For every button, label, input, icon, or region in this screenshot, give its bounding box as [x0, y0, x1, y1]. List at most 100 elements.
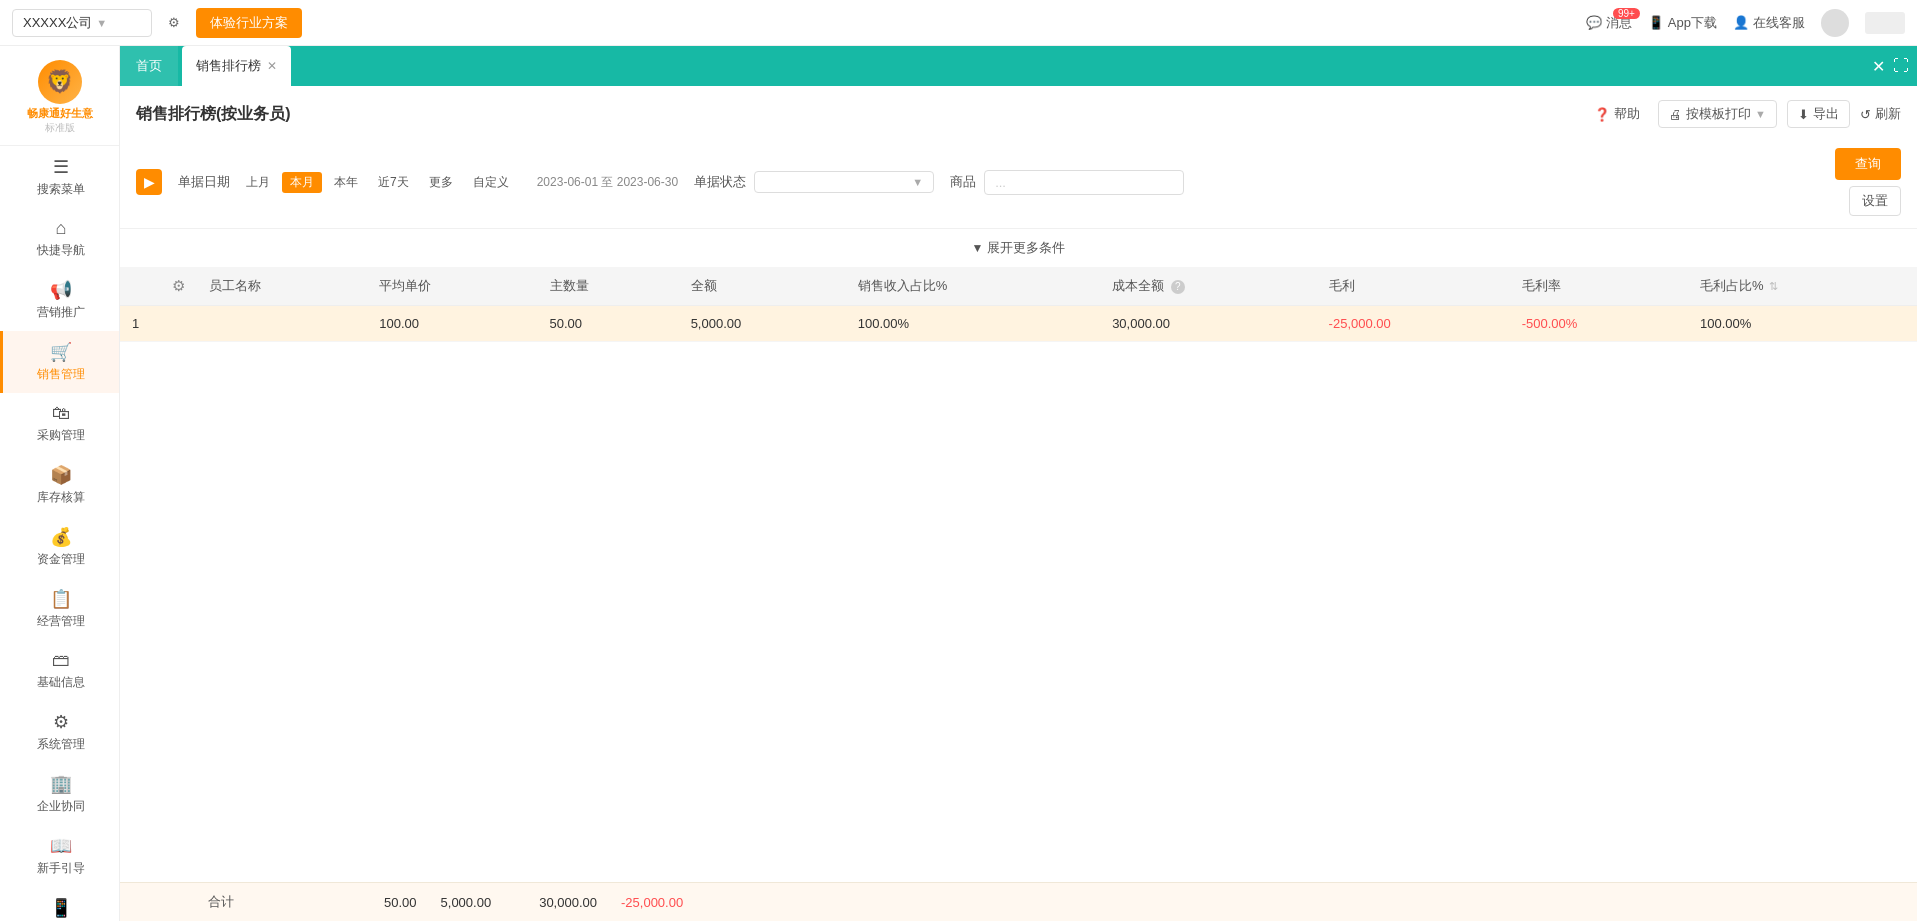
sidebar-item-marketing[interactable]: 📢 营销推广 [0, 269, 119, 331]
app-icon: 📱 [1648, 15, 1664, 30]
date-tab-more[interactable]: 更多 [421, 172, 461, 193]
data-table: ⚙ 员工名称 平均单价 主数量 全额 销售收入占比% 成本全额 [120, 267, 1917, 342]
user-avatar[interactable] [1821, 9, 1849, 37]
logo-img: 🦁 [38, 60, 82, 104]
cell-gross: -25,000.00 [1317, 306, 1510, 342]
app-download-btn[interactable]: 📱 App下载 [1648, 14, 1717, 32]
page-header: 销售排行榜(按业务员) ❓ 帮助 🖨 按模板打印 ▼ [120, 86, 1917, 138]
sidebar-item-purchase[interactable]: 🛍 采购管理 [0, 393, 119, 454]
footer-cost: 30,000.00 [527, 895, 609, 910]
col-settings-icon[interactable]: ⚙ [172, 277, 185, 294]
filter-expand-arrow[interactable]: ▶ [136, 169, 162, 195]
date-filter-label: 单据日期 [178, 173, 230, 191]
date-tab-7days[interactable]: 近7天 [370, 172, 417, 193]
message-btn[interactable]: 💬 消息 99+ [1586, 14, 1632, 32]
date-tab-this-year[interactable]: 本年 [326, 172, 366, 193]
app-center-icon: 📱 [50, 897, 72, 919]
th-cost: 成本全额 ? [1100, 267, 1316, 306]
table-container: ⚙ 员工名称 平均单价 主数量 全额 销售收入占比% 成本全额 [120, 267, 1917, 575]
sidebar-item-operations[interactable]: 📋 经营管理 [0, 578, 119, 640]
top-bar: XXXXX公司 ▼ ⚙ 体验行业方案 💬 消息 99+ 📱 App下载 👤 在线… [0, 0, 1917, 46]
basic-info-icon: 🗃 [52, 650, 70, 671]
sidebar-item-system[interactable]: ⚙ 系统管理 [0, 701, 119, 763]
date-tab-this-month[interactable]: 本月 [282, 172, 322, 193]
tab-bar: 首页 销售排行榜 ✕ ✕ ⛶ [120, 46, 1917, 86]
sidebar-logo-text: 畅康通好生意 [27, 106, 93, 121]
refresh-btn[interactable]: ↺ 刷新 [1860, 105, 1901, 123]
sidebar-item-enterprise[interactable]: 🏢 企业协同 [0, 763, 119, 825]
query-btn[interactable]: 查询 [1835, 148, 1901, 180]
try-industry-btn[interactable]: 体验行业方案 [196, 8, 302, 38]
sidebar-item-guide[interactable]: 📖 新手引导 [0, 825, 119, 887]
top-bar-right: 💬 消息 99+ 📱 App下载 👤 在线客服 [1586, 9, 1905, 37]
sidebar-item-label: 企业协同 [37, 798, 85, 815]
expand-conditions-btn[interactable]: ▼ 展开更多条件 [120, 233, 1917, 263]
sidebar-item-app-center[interactable]: 📱 应用中心 [0, 887, 119, 921]
refresh-icon: ↺ [1860, 107, 1871, 122]
company-name: XXXXX公司 [23, 14, 92, 32]
tab-fullscreen-icon[interactable]: ⛶ [1893, 57, 1909, 75]
page-actions: ❓ 帮助 🖨 按模板打印 ▼ ⬇ 导出 [1586, 100, 1901, 128]
sidebar-nav: ☰ 搜索菜单 ⌂ 快捷导航 📢 营销推广 🛒 销售管理 🛍 采购管理 [0, 146, 119, 921]
message-badge: 99+ [1613, 8, 1640, 19]
goods-input-placeholder: ... [995, 175, 1173, 190]
footer-label: 合计 [208, 893, 348, 911]
online-service-btn[interactable]: 👤 在线客服 [1733, 14, 1805, 32]
table-spacer [120, 575, 1917, 883]
sidebar-logo: 🦁 畅康通好生意 标准版 [0, 46, 119, 146]
tab-label: 销售排行榜 [196, 57, 261, 75]
print-btn[interactable]: 🖨 按模板打印 ▼ [1658, 100, 1777, 128]
inventory-icon: 📦 [50, 464, 72, 486]
status-select[interactable]: ▼ [754, 171, 934, 193]
service-label: 在线客服 [1753, 14, 1805, 32]
export-icon: ⬇ [1798, 107, 1809, 122]
tab-home[interactable]: 首页 [120, 46, 178, 86]
cell-qty: 50.00 [538, 306, 679, 342]
status-select-arrow: ▼ [912, 176, 923, 188]
goods-input[interactable]: ... [984, 170, 1184, 195]
tab-close-all-icon[interactable]: ✕ [1872, 57, 1885, 76]
tab-close-icon[interactable]: ✕ [267, 59, 277, 73]
sidebar: 🦁 畅康通好生意 标准版 ☰ 搜索菜单 ⌂ 快捷导航 📢 营销推广 [0, 46, 120, 921]
sidebar-item-inventory[interactable]: 📦 库存核算 [0, 454, 119, 516]
expand-row: ▼ 展开更多条件 [120, 228, 1917, 267]
tab-sales-rank[interactable]: 销售排行榜 ✕ [182, 46, 291, 86]
guide-icon: 📖 [50, 835, 72, 857]
gross-pct-sort-icon[interactable]: ⇅ [1769, 280, 1778, 292]
purchase-icon: 🛍 [52, 403, 70, 424]
date-filter-item: 单据日期 上月 本月 本年 近7天 更多 自定义 [178, 172, 517, 193]
settings-btn[interactable]: 设置 [1849, 186, 1901, 216]
sidebar-item-sales[interactable]: 🛒 销售管理 [0, 331, 119, 393]
export-btn[interactable]: ⬇ 导出 [1787, 100, 1850, 128]
company-selector[interactable]: XXXXX公司 ▼ [12, 9, 152, 37]
sidebar-item-label: 营销推广 [37, 304, 85, 321]
cost-help-icon[interactable]: ? [1171, 280, 1185, 294]
operations-icon: 📋 [50, 588, 72, 610]
home-icon: ⌂ [56, 218, 67, 239]
date-tab-last-month[interactable]: 上月 [238, 172, 278, 193]
sidebar-item-label: 库存核算 [37, 489, 85, 506]
help-btn[interactable]: ❓ 帮助 [1586, 101, 1648, 127]
gear-icon: ⚙ [168, 15, 180, 30]
sidebar-item-quick-nav[interactable]: ⌂ 快捷导航 [0, 208, 119, 269]
message-icon: 💬 [1586, 15, 1602, 30]
topbar-settings-btn[interactable]: ⚙ [160, 9, 188, 37]
cell-avg-price: 100.00 [367, 306, 537, 342]
th-gross-rate: 毛利率 [1510, 267, 1688, 306]
th-rank [120, 267, 160, 306]
sidebar-item-search[interactable]: ☰ 搜索菜单 [0, 146, 119, 208]
sidebar-logo-sub: 标准版 [45, 121, 75, 135]
filter-row: ▶ 单据日期 上月 本月 本年 近7天 更多 [136, 148, 1901, 216]
sidebar-item-finance[interactable]: 💰 资金管理 [0, 516, 119, 578]
tab-bar-right: ✕ ⛶ [1872, 57, 1917, 76]
cell-sales-pct: 100.00% [846, 306, 1100, 342]
sidebar-item-label: 基础信息 [37, 674, 85, 691]
th-gross: 毛利 [1317, 267, 1510, 306]
sales-icon: 🛒 [50, 341, 72, 363]
status-filter-item: 单据状态 ▼ [694, 171, 934, 193]
sidebar-item-basic-info[interactable]: 🗃 基础信息 [0, 640, 119, 701]
date-tab-custom[interactable]: 自定义 [465, 172, 517, 193]
date-tabs: 上月 本月 本年 近7天 更多 自定义 [238, 172, 517, 193]
top-bar-left: XXXXX公司 ▼ ⚙ 体验行业方案 [12, 8, 302, 38]
system-icon: ⚙ [53, 711, 69, 733]
